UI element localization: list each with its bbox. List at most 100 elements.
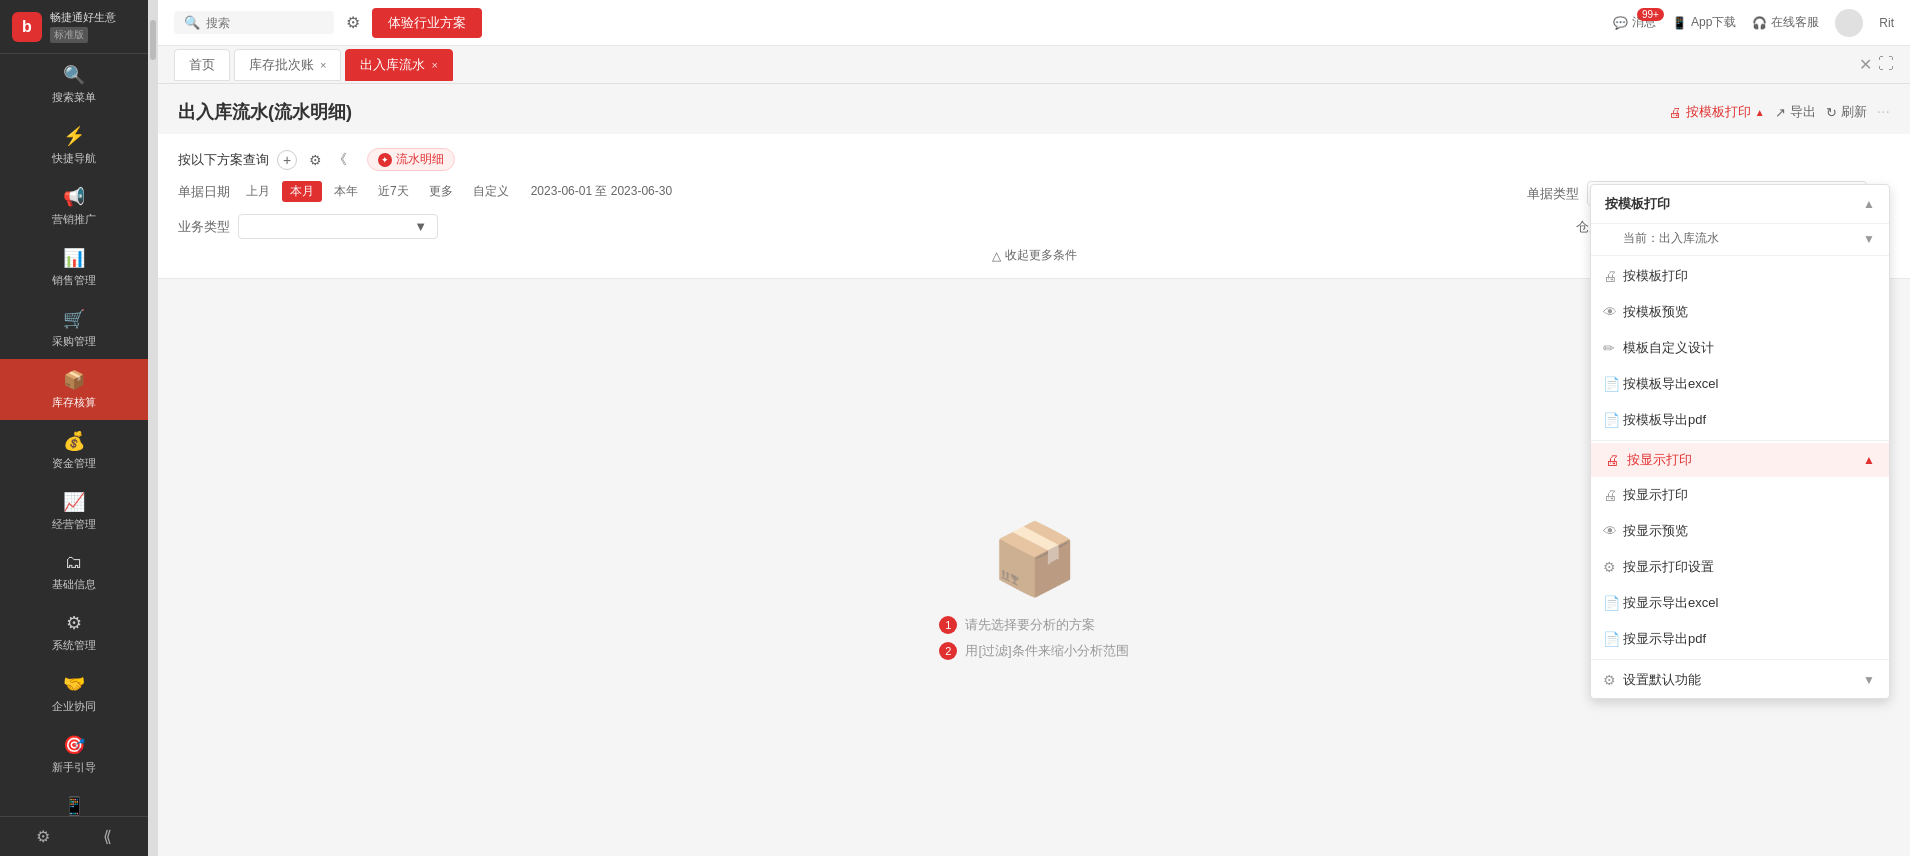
dropdown-footer-item[interactable]: ⚙ 设置默认功能 ▼ <box>1591 662 1889 698</box>
sidebar-item-purchase[interactable]: 🛒 采购管理 <box>0 298 148 359</box>
sidebar-item-marketing[interactable]: 📢 营销推广 <box>0 176 148 237</box>
collapse-sidebar-icon[interactable]: ⟪ <box>103 827 112 846</box>
message-button[interactable]: 💬 消息 99+ <box>1613 14 1656 31</box>
mobile-icon: 📱 <box>1672 16 1687 30</box>
current-arrow-icon: ▼ <box>1863 232 1875 246</box>
dropdown-item-label: 按显示导出pdf <box>1623 630 1706 648</box>
template-print-arrow-icon: ▲ <box>1755 107 1765 118</box>
sidebar-item-inventory[interactable]: 📦 库存核算 <box>0 359 148 420</box>
template-print-label: 按模板打印 <box>1686 103 1751 121</box>
filter-header: 按以下方案查询 + ⚙ 《 ✦ 流水明细 <box>178 148 1890 171</box>
window-expand-icon[interactable]: ⛶ <box>1878 55 1894 74</box>
tab-inout-flow[interactable]: 出入库流水 × <box>345 49 452 81</box>
filter-settings-icon[interactable]: ⚙ <box>305 150 325 170</box>
dropdown-item-display-print-settings[interactable]: ⚙ 按显示打印设置 <box>1591 549 1889 585</box>
active-filter-tag: ✦ 流水明细 <box>367 148 455 171</box>
date-opt-custom[interactable]: 自定义 <box>465 181 517 202</box>
date-opt-this-month[interactable]: 本月 <box>282 181 322 202</box>
filter-add-button[interactable]: + <box>277 150 297 170</box>
sidebar-item-system[interactable]: ⚙ 系统管理 <box>0 602 148 663</box>
sidebar-scroll-indicator <box>148 0 158 856</box>
excel-icon-2: 📄 <box>1603 595 1620 611</box>
settings-gear-icon[interactable]: ⚙ <box>36 827 50 846</box>
username-label: Rit <box>1879 16 1894 30</box>
empty-step-1: 1 请先选择要分析的方案 <box>939 616 1128 634</box>
export-button[interactable]: ↗ 导出 <box>1775 103 1816 121</box>
export-label: 导出 <box>1790 103 1816 121</box>
pdf-icon: 📄 <box>1603 412 1620 428</box>
avatar[interactable] <box>1835 9 1863 37</box>
tab-batch-account[interactable]: 库存批次账 × <box>234 49 341 81</box>
filter-title: 按以下方案查询 <box>178 151 269 169</box>
tab-home[interactable]: 首页 <box>174 49 230 81</box>
empty-steps: 1 请先选择要分析的方案 2 用[过滤]条件来缩小分析范围 <box>939 616 1128 660</box>
dropdown-item-template-export-pdf[interactable]: 📄 按模板导出pdf <box>1591 402 1889 438</box>
date-opt-last-month[interactable]: 上月 <box>238 181 278 202</box>
industry-solution-button[interactable]: 体验行业方案 <box>372 8 482 38</box>
divider-2 <box>1591 440 1889 441</box>
sidebar-item-label: 营销推广 <box>52 212 96 227</box>
sidebar-bottom: ⚙ ⟪ <box>0 816 148 856</box>
date-opt-7days[interactable]: 近7天 <box>370 181 417 202</box>
dropdown-item-display-print[interactable]: 🖨 按显示打印 <box>1591 477 1889 513</box>
date-options: 上月 本月 本年 近7天 更多 自定义 <box>238 181 517 202</box>
dropdown-item-template-export-excel[interactable]: 📄 按模板导出excel <box>1591 366 1889 402</box>
printer-icon-2: 🖨 <box>1603 487 1617 503</box>
topbar-gear-icon[interactable]: ⚙ <box>346 13 360 32</box>
app-version: 标准版 <box>50 27 88 43</box>
step-2-label: 用[过滤]条件来缩小分析范围 <box>965 642 1128 660</box>
sidebar-item-app-center[interactable]: 📱 应用中心 <box>0 785 148 816</box>
dropdown-item-label: 按模板打印 <box>1623 267 1688 285</box>
divider-3 <box>1591 659 1889 660</box>
template-print-button[interactable]: 🖨 按模板打印 ▲ <box>1669 103 1765 121</box>
date-opt-this-year[interactable]: 本年 <box>326 181 366 202</box>
tab-inout-flow-close-icon[interactable]: × <box>431 59 437 71</box>
display-print-section-header[interactable]: 🖨 按显示打印 ▲ <box>1591 443 1889 477</box>
more-options-icon[interactable]: ··· <box>1877 103 1890 121</box>
sidebar-item-operations[interactable]: 📈 经营管理 <box>0 481 148 542</box>
dropdown-item-display-export-pdf[interactable]: 📄 按显示导出pdf <box>1591 621 1889 657</box>
content-area: 出入库流水(流水明细) 🖨 按模板打印 ▲ ↗ 导出 ↻ 刷新 ··· <box>158 84 1910 856</box>
tab-batch-account-label: 库存批次账 <box>249 56 314 74</box>
sidebar-item-search[interactable]: 🔍 搜索菜单 <box>0 54 148 115</box>
sidebar-item-basics[interactable]: 🗂 基础信息 <box>0 542 148 602</box>
tab-batch-account-close-icon[interactable]: × <box>320 59 326 71</box>
collapse-more-label: 收起更多条件 <box>1005 247 1077 264</box>
divider-1 <box>1591 255 1889 256</box>
date-opt-more[interactable]: 更多 <box>421 181 461 202</box>
footer-arrow-icon: ▼ <box>1863 673 1875 687</box>
window-close-icon[interactable]: ✕ <box>1859 55 1872 74</box>
sidebar-item-finance[interactable]: 💰 资金管理 <box>0 420 148 481</box>
app-name-container: 畅捷通好生意 标准版 <box>50 10 116 43</box>
sidebar-item-cooperation[interactable]: 🤝 企业协同 <box>0 663 148 724</box>
export-icon: ↗ <box>1775 105 1786 120</box>
filter-collapse-icon[interactable]: 《 <box>333 151 347 169</box>
sidebar-logo: b 畅捷通好生意 标准版 <box>0 0 148 54</box>
sidebar: b 畅捷通好生意 标准版 🔍 搜索菜单 ⚡ 快捷导航 📢 营销推广 📊 销售管理… <box>0 0 148 856</box>
step-2-number: 2 <box>939 642 957 660</box>
marketing-icon: 📢 <box>63 186 85 208</box>
filter-business-type-select[interactable]: ▼ <box>238 214 438 239</box>
sidebar-item-sales[interactable]: 📊 销售管理 <box>0 237 148 298</box>
sidebar-item-label: 销售管理 <box>52 273 96 288</box>
inventory-icon: 📦 <box>63 369 85 391</box>
sidebar-item-label: 企业协同 <box>52 699 96 714</box>
dropdown-item-display-preview[interactable]: 👁 按显示预览 <box>1591 513 1889 549</box>
step-1-label: 请先选择要分析的方案 <box>965 616 1095 634</box>
online-service-button[interactable]: 🎧 在线客服 <box>1752 14 1819 31</box>
filter-tag-label: 流水明细 <box>396 151 444 168</box>
filter-tag: ✦ 流水明细 <box>367 148 455 171</box>
main-area: 🔍 ⚙ 体验行业方案 💬 消息 99+ 📱 App下载 🎧 在线客服 Rit <box>158 0 1910 856</box>
dropdown-item-display-export-excel[interactable]: 📄 按显示导出excel <box>1591 585 1889 621</box>
dropdown-item-template-print[interactable]: 🖨 按模板打印 <box>1591 258 1889 294</box>
dropdown-item-template-preview[interactable]: 👁 按模板预览 <box>1591 294 1889 330</box>
printer-icon: 🖨 <box>1603 268 1617 284</box>
sidebar-item-guide[interactable]: 🎯 新手引导 <box>0 724 148 785</box>
sidebar-item-quick-nav[interactable]: ⚡ 快捷导航 <box>0 115 148 176</box>
page-actions: 🖨 按模板打印 ▲ ↗ 导出 ↻ 刷新 ··· <box>1669 103 1890 121</box>
dropdown-item-template-customize[interactable]: ✏ 模板自定义设计 <box>1591 330 1889 366</box>
app-download-button[interactable]: 📱 App下载 <box>1672 14 1736 31</box>
search-input[interactable] <box>206 16 306 30</box>
step-1-number: 1 <box>939 616 957 634</box>
refresh-button[interactable]: ↻ 刷新 <box>1826 103 1867 121</box>
